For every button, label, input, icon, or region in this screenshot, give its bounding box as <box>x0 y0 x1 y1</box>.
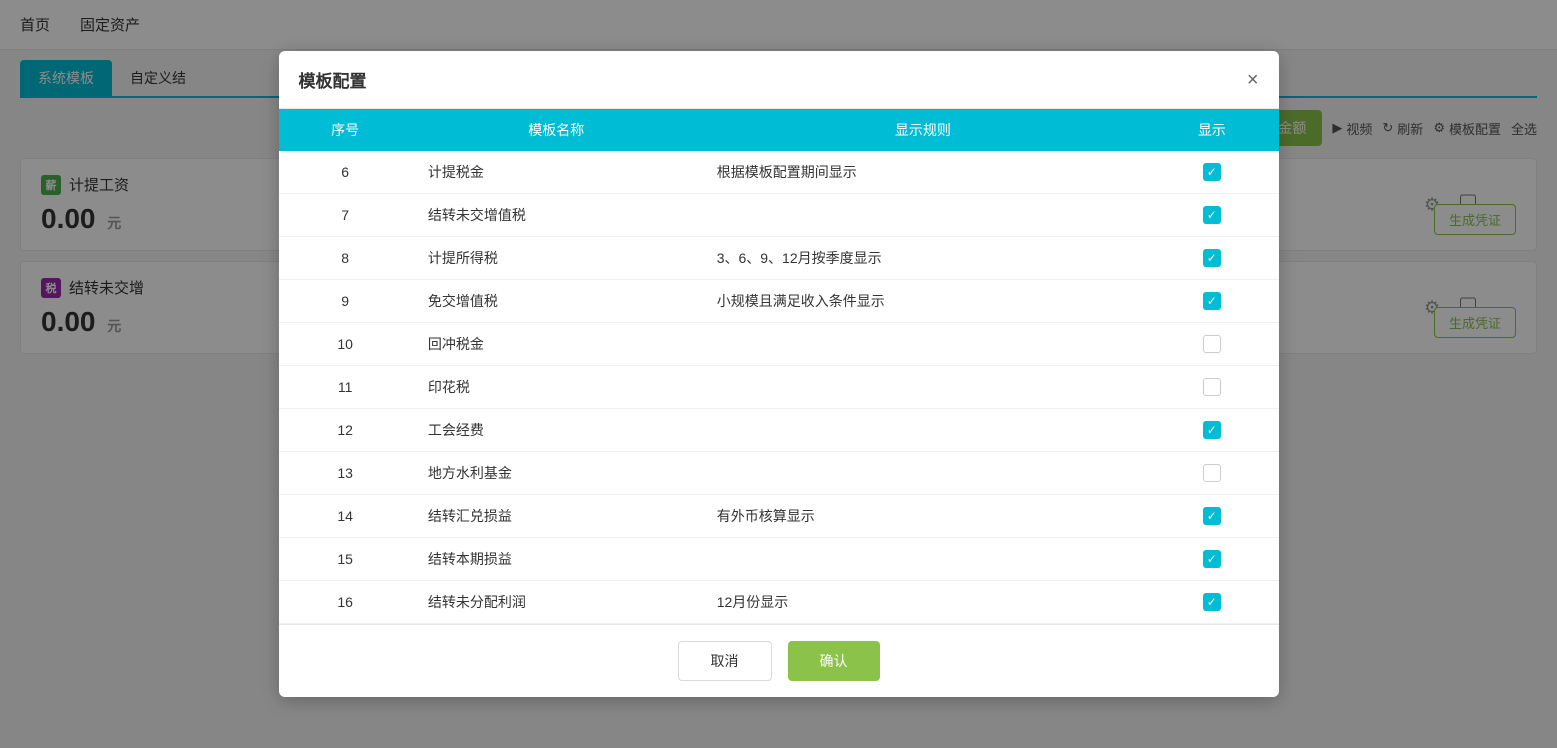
checkbox-checked[interactable]: ✓ <box>1203 421 1221 439</box>
checkbox-checked[interactable]: ✓ <box>1203 593 1221 611</box>
table-row: 12工会经费 ✓ <box>279 409 1279 452</box>
table-row: 15结转本期损益 ✓ <box>279 538 1279 581</box>
cell-rule: 12月份显示 <box>701 581 1145 624</box>
modal-body: 序号 模板名称 显示规则 显示 6计提税金根据模板配置期间显示✓7结转未交增值税… <box>279 109 1279 624</box>
cell-seq: 6 <box>279 151 412 194</box>
cell-display: ✓ <box>1145 151 1278 194</box>
table-row: 16结转未分配利润12月份显示 ✓ <box>279 581 1279 624</box>
checkbox-checked[interactable]: ✓ <box>1203 507 1221 525</box>
cell-rule: 3、6、9、12月按季度显示 <box>701 237 1145 280</box>
cell-name: 计提税金 <box>412 151 701 194</box>
modal-close-button[interactable]: × <box>1247 70 1259 90</box>
cell-display: ✓ <box>1145 194 1278 237</box>
table-row: 6计提税金根据模板配置期间显示 ✓ <box>279 151 1279 194</box>
cell-name: 结转未分配利润 <box>412 581 701 624</box>
cell-name: 印花税 <box>412 366 701 409</box>
col-header-seq: 序号 <box>279 109 412 151</box>
cancel-button[interactable]: 取消 <box>678 641 772 681</box>
cell-seq: 16 <box>279 581 412 624</box>
checkbox-unchecked[interactable] <box>1203 464 1221 482</box>
config-table: 序号 模板名称 显示规则 显示 6计提税金根据模板配置期间显示✓7结转未交增值税… <box>279 109 1279 624</box>
cell-seq: 12 <box>279 409 412 452</box>
cell-rule: 小规模且满足收入条件显示 <box>701 280 1145 323</box>
checkbox-unchecked[interactable] <box>1203 378 1221 396</box>
cell-display: ✓ <box>1145 538 1278 581</box>
modal-title: 模板配置 <box>299 67 367 92</box>
col-header-display: 显示 <box>1145 109 1278 151</box>
checkbox-checked[interactable]: ✓ <box>1203 292 1221 310</box>
checkbox-checked[interactable]: ✓ <box>1203 206 1221 224</box>
cell-seq: 7 <box>279 194 412 237</box>
cell-display: ✓ <box>1145 237 1278 280</box>
table-row: 10回冲税金 <box>279 323 1279 366</box>
cell-display: ✓ <box>1145 581 1278 624</box>
cell-seq: 11 <box>279 366 412 409</box>
checkbox-unchecked[interactable] <box>1203 335 1221 353</box>
cell-display <box>1145 452 1278 495</box>
cell-rule: 根据模板配置期间显示 <box>701 151 1145 194</box>
cell-name: 工会经费 <box>412 409 701 452</box>
cell-rule: 有外币核算显示 <box>701 495 1145 538</box>
cell-name: 结转本期损益 <box>412 538 701 581</box>
cell-display: ✓ <box>1145 280 1278 323</box>
modal-header: 模板配置 × <box>279 51 1279 109</box>
cell-rule <box>701 366 1145 409</box>
table-row: 14结转汇兑损益有外币核算显示 ✓ <box>279 495 1279 538</box>
cell-rule <box>701 409 1145 452</box>
col-header-rule: 显示规则 <box>701 109 1145 151</box>
table-header-row: 序号 模板名称 显示规则 显示 <box>279 109 1279 151</box>
cell-display: ✓ <box>1145 409 1278 452</box>
cell-name: 结转未交增值税 <box>412 194 701 237</box>
cell-seq: 9 <box>279 280 412 323</box>
cell-name: 计提所得税 <box>412 237 701 280</box>
cell-name: 地方水利基金 <box>412 452 701 495</box>
col-header-name: 模板名称 <box>412 109 701 151</box>
cell-display <box>1145 323 1278 366</box>
confirm-button[interactable]: 确认 <box>788 641 880 681</box>
cell-seq: 15 <box>279 538 412 581</box>
cell-rule <box>701 452 1145 495</box>
cell-rule <box>701 194 1145 237</box>
cell-seq: 13 <box>279 452 412 495</box>
modal-footer: 取消 确认 <box>279 624 1279 697</box>
cell-display <box>1145 366 1278 409</box>
cell-name: 回冲税金 <box>412 323 701 366</box>
cell-seq: 8 <box>279 237 412 280</box>
cell-seq: 14 <box>279 495 412 538</box>
cell-seq: 10 <box>279 323 412 366</box>
cell-display: ✓ <box>1145 495 1278 538</box>
checkbox-checked[interactable]: ✓ <box>1203 550 1221 568</box>
table-row: 11印花税 <box>279 366 1279 409</box>
checkbox-checked[interactable]: ✓ <box>1203 249 1221 267</box>
table-body: 6计提税金根据模板配置期间显示✓7结转未交增值税✓8计提所得税3、6、9、12月… <box>279 151 1279 624</box>
table-row: 8计提所得税3、6、9、12月按季度显示 ✓ <box>279 237 1279 280</box>
cell-name: 结转汇兑损益 <box>412 495 701 538</box>
cell-rule <box>701 323 1145 366</box>
table-row: 7结转未交增值税 ✓ <box>279 194 1279 237</box>
table-row: 9免交增值税小规模且满足收入条件显示 ✓ <box>279 280 1279 323</box>
checkbox-checked[interactable]: ✓ <box>1203 163 1221 181</box>
cell-rule <box>701 538 1145 581</box>
table-row: 13地方水利基金 <box>279 452 1279 495</box>
table-scroll-area[interactable]: 序号 模板名称 显示规则 显示 6计提税金根据模板配置期间显示✓7结转未交增值税… <box>279 109 1279 624</box>
modal-template-config: 模板配置 × 序号 模板名称 显示规则 显示 6计提税金根据模板配置期间显示✓7… <box>279 51 1279 697</box>
cell-name: 免交增值税 <box>412 280 701 323</box>
